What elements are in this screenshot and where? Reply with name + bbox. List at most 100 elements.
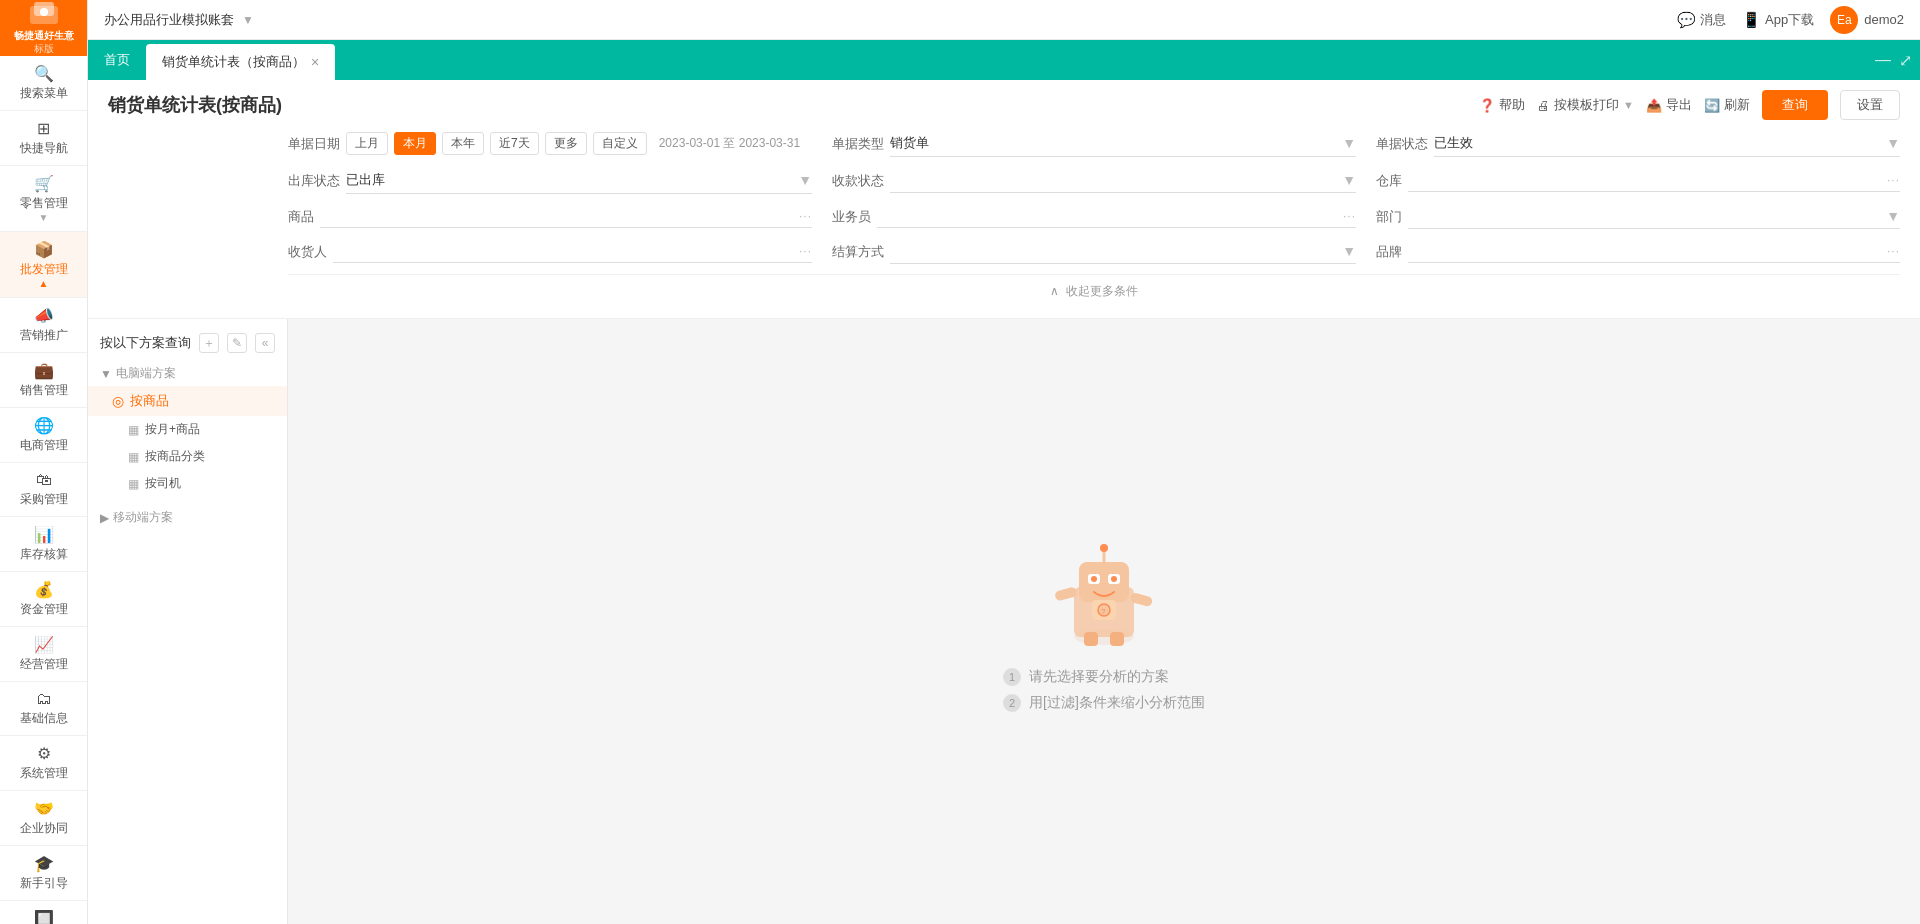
storage-label: 仓库 [1376,172,1402,190]
svg-rect-14 [1084,632,1098,646]
tab-maximize-icon[interactable]: ⤢ [1899,51,1912,70]
export-btn[interactable]: 📤 导出 [1646,96,1692,114]
by-cashier-icon: ▦ [128,477,139,491]
settlement-dropdown-icon: ▼ [1342,243,1356,259]
query-button[interactable]: 查询 [1762,90,1828,120]
user-profile-btn[interactable]: Ea demo2 [1830,6,1904,34]
settings-button[interactable]: 设置 [1840,90,1900,120]
status-label: 单据状态 [1376,135,1428,153]
sidebar-item-quick-nav[interactable]: ⊞ 快捷导航 [0,111,88,166]
page-top-section: 销货单统计表(按商品) ❓ 帮助 🖨 按模板打印 ▼ 📤 [88,80,1920,319]
goods-filter: 商品 ··· [288,204,812,229]
status-input[interactable]: 已生效 ▼ [1434,130,1900,157]
payment-label: 收款状态 [832,172,884,190]
settlement-label: 结算方式 [832,243,884,261]
tab-minimize-icon[interactable]: — [1875,51,1891,69]
date-btn-current-month[interactable]: 本月 [394,132,436,155]
storage-filter: 仓库 ··· [1376,167,1900,194]
dropdown-icon[interactable]: ▼ [242,13,254,27]
date-btn-year[interactable]: 本年 [442,132,484,155]
add-scheme-icon[interactable]: ＋ [199,333,219,353]
dept-input[interactable]: ▼ [1408,204,1900,229]
print-dropdown-icon[interactable]: ▼ [1623,99,1634,111]
tab-close-icon[interactable]: × [311,55,319,69]
export-label: 导出 [1666,96,1692,114]
app-name: 畅捷通好生意 [14,30,74,42]
collapse-btn[interactable]: ∧ 收起更多条件 [288,274,1900,308]
sidebar-item-app-center[interactable]: 🔲 应用中心 [0,901,88,924]
section-pc-expand-icon[interactable]: ▼ [100,367,112,381]
date-btn-more[interactable]: 更多 [545,132,587,155]
svg-point-8 [1091,576,1097,582]
sidebar-item-retail[interactable]: 🛒 零售管理 ▼ [0,166,88,232]
refresh-icon: 🔄 [1704,98,1720,113]
tip-text-1: 请先选择要分析的方案 [1029,668,1169,686]
by-category-icon: ▦ [128,450,139,464]
sidebar-item-search[interactable]: 🔍 搜索菜单 [0,56,88,111]
app-subtitle: 标版 [34,42,54,56]
nav-sub-by-cashier[interactable]: ▦ 按司机 [88,470,287,497]
brand-input[interactable]: ··· [1408,240,1900,263]
nav-item-by-goods-label: 按商品 [130,392,169,410]
sidebar-item-basic-label: 基础信息 [4,710,84,727]
left-nav-panel: 按以下方案查询 ＋ ✎ « ▼ 电脑端方案 ◎ 按商品 [88,319,288,924]
empty-state: ? 1 请先选择要分析的方案 2 用[过滤]条件来缩小分析范围 [1003,532,1205,712]
page-body: 按以下方案查询 ＋ ✎ « ▼ 电脑端方案 ◎ 按商品 [88,319,1920,924]
payment-filter: 收款状态 ▼ [832,167,1356,194]
tab-bar-right: — ⤢ [1875,40,1920,80]
app-download-btn[interactable]: 📱 App下载 [1742,11,1814,29]
type-input[interactable]: 销货单 ▼ [890,130,1356,157]
dept-filter: 部门 ▼ [1376,204,1900,229]
nav-item-by-goods[interactable]: ◎ 按商品 [88,386,287,416]
help-btn[interactable]: ❓ 帮助 [1479,96,1525,114]
tab-home[interactable]: 首页 [88,40,146,80]
nav-sub-by-category-label: 按商品分类 [145,448,205,465]
print-icon: 🖨 [1537,98,1550,113]
app-download-label: App下载 [1765,11,1814,29]
date-btn-7days[interactable]: 近7天 [490,132,539,155]
goods-input[interactable]: ··· [320,205,812,228]
page-wrapper: 销货单统计表(按商品) ❓ 帮助 🖨 按模板打印 ▼ 📤 [88,80,1920,924]
sidebar-item-retail-label: 零售管理 [4,195,84,212]
tip-num-2: 2 [1003,694,1021,712]
sidebar-item-sales-label: 销售管理 [4,382,84,399]
tab-sales-stat[interactable]: 销货单统计表（按商品） × [146,44,335,80]
page-title: 销货单统计表(按商品) [108,93,282,117]
sidebar-item-purchase[interactable]: 🛍 采购管理 [0,463,88,517]
empty-tip-2: 2 用[过滤]条件来缩小分析范围 [1003,694,1205,712]
storage-input[interactable]: ··· [1408,169,1900,192]
date-btn-last-month[interactable]: 上月 [346,132,388,155]
sidebar-item-enterprise-collab[interactable]: 🤝 企业协同 [0,791,88,846]
section-pc-label: 电脑端方案 [116,365,176,382]
app-logo: 畅捷通好生意 标版 [0,0,88,56]
nav-sub-by-month-goods[interactable]: ▦ 按月+商品 [88,416,287,443]
sidebar-item-wholesale[interactable]: 📦 批发管理 ▲ [0,232,88,298]
template-print-label: 按模板打印 [1554,96,1619,114]
message-btn[interactable]: 💬 消息 [1677,11,1726,29]
payment-input[interactable]: ▼ [890,168,1356,193]
staff-input[interactable]: ··· [877,205,1356,228]
section-mobile-expand-icon[interactable]: ▶ [100,511,109,525]
date-btn-custom[interactable]: 自定义 [593,132,647,155]
collapse-nav-icon[interactable]: « [255,333,275,353]
tip-num-1: 1 [1003,668,1021,686]
sidebar-item-inventory[interactable]: 📊 库存核算 [0,517,88,572]
sidebar-item-wholesale-label: 批发管理 [4,261,84,278]
template-print-btn[interactable]: 🖨 按模板打印 ▼ [1537,96,1634,114]
refresh-btn[interactable]: 🔄 刷新 [1704,96,1750,114]
sidebar-item-basic[interactable]: 🗂 基础信息 [0,682,88,736]
industry-selector[interactable]: 办公用品行业模拟账套 [104,11,234,29]
warehouse-input[interactable]: 已出库 ▼ [346,167,812,194]
sidebar-item-system[interactable]: ⚙ 系统管理 [0,736,88,791]
sidebar-item-finance[interactable]: 💰 资金管理 [0,572,88,627]
edit-scheme-icon[interactable]: ✎ [227,333,247,353]
receiver-input[interactable]: ··· [333,240,812,263]
sidebar-item-operations[interactable]: 📈 经营管理 [0,627,88,682]
sidebar-item-marketing[interactable]: 📣 营销推广 [0,298,88,353]
sidebar-item-new-guide[interactable]: 🎓 新手引导 [0,846,88,901]
sidebar-item-sales[interactable]: 💼 销售管理 [0,353,88,408]
filter-row-2: 出库状态 已出库 ▼ 收款状态 ▼ [288,167,1900,194]
nav-sub-by-category[interactable]: ▦ 按商品分类 [88,443,287,470]
sidebar-item-ecommerce[interactable]: 🌐 电商管理 [0,408,88,463]
settlement-input[interactable]: ▼ [890,239,1356,264]
